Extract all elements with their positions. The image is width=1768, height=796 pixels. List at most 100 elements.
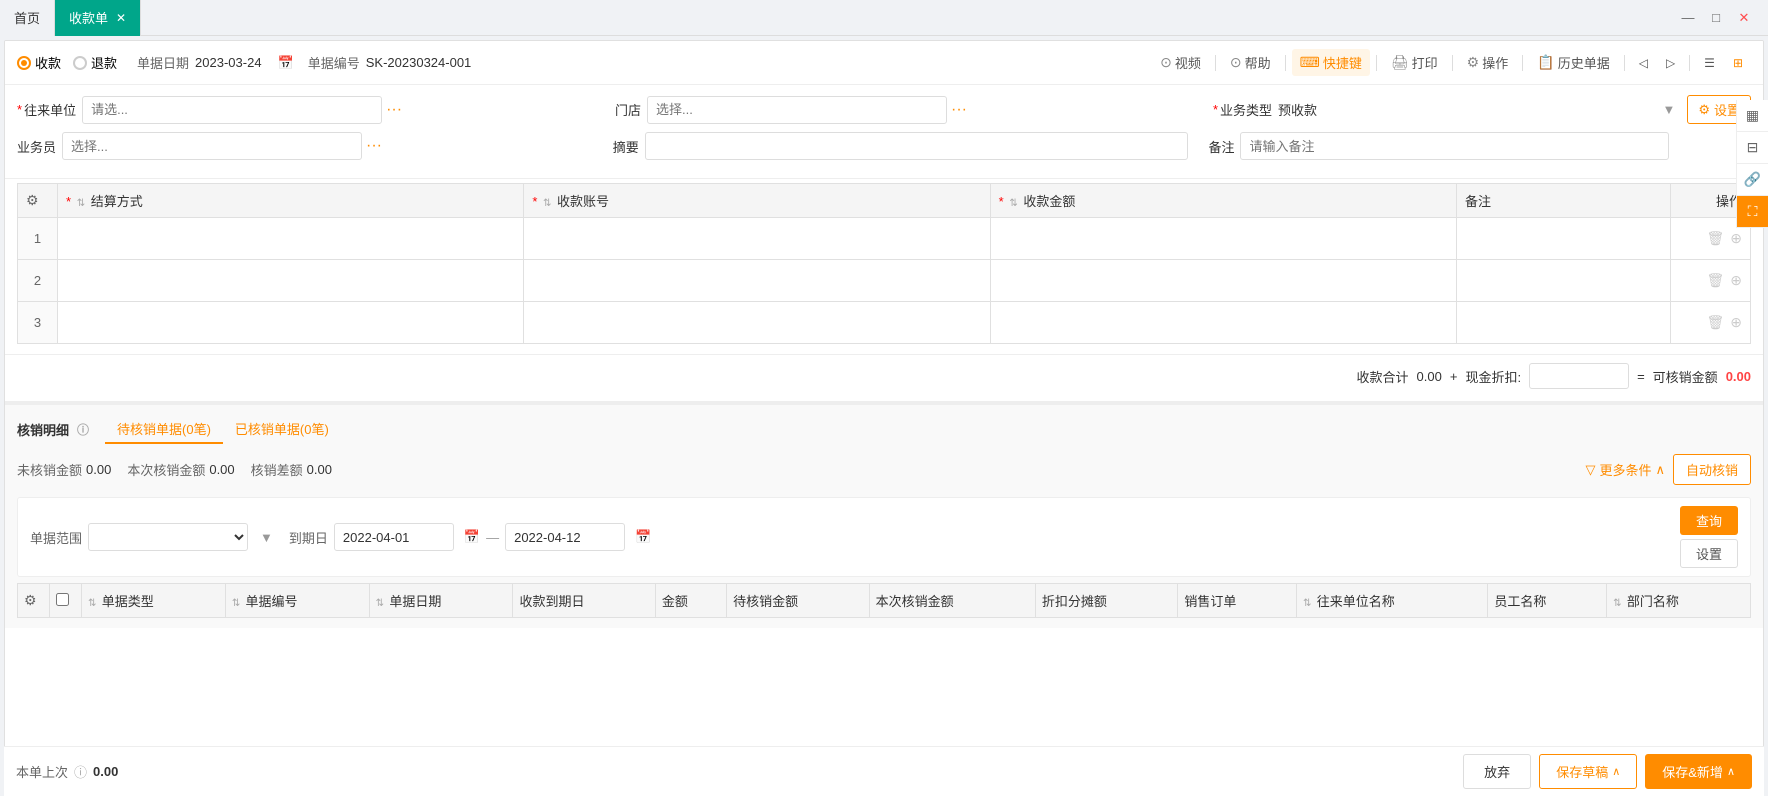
abandon-button[interactable]: 放弃 — [1463, 754, 1531, 789]
row3-account[interactable] — [524, 302, 990, 344]
btcol-current-amount: 本次核销金额 — [869, 584, 1035, 618]
row1-account[interactable] — [524, 218, 990, 260]
tab-receipt[interactable]: 收款单 ✕ — [55, 0, 141, 36]
help-label: 帮助 — [1245, 53, 1271, 72]
sum-row: 收款合计 0.00 + 现金折扣: = 可核销金额 0.00 — [5, 354, 1763, 397]
tab-close-icon[interactable]: ✕ — [116, 11, 126, 25]
row2-settlement[interactable] — [58, 260, 524, 302]
row3-copy-icon[interactable]: ⊕ — [1730, 314, 1742, 331]
counterparty-group: * 往来单位 ··· — [17, 96, 595, 124]
btcol-bill-no: ⇅ 单据编号 — [225, 584, 369, 618]
filter-date-end[interactable] — [505, 523, 625, 551]
row1-settlement[interactable] — [58, 218, 524, 260]
verification-info-icon[interactable]: ⓘ — [77, 421, 89, 438]
save-new-button[interactable]: 保存&新增 ∧ — [1645, 754, 1752, 789]
table-gear-icon[interactable]: ⚙ — [26, 192, 39, 208]
row1-delete-icon[interactable]: 🗑 — [1706, 230, 1724, 247]
row1-copy-icon[interactable]: ⊕ — [1730, 230, 1742, 247]
print-button[interactable]: 🖨 打印 — [1383, 49, 1446, 76]
counterparty-more-icon[interactable]: ··· — [386, 101, 402, 119]
query-button[interactable]: 查询 — [1680, 506, 1738, 535]
layout-grid[interactable]: ⊞ — [1725, 52, 1751, 74]
business-type-dropdown[interactable]: ▼ — [1662, 102, 1675, 117]
operations-button[interactable]: ⚙ 操作 — [1459, 49, 1517, 76]
tab-done[interactable]: 已核销单据(0笔) — [223, 415, 341, 444]
store-input[interactable] — [647, 96, 947, 124]
radio-refund[interactable]: 退款 — [73, 53, 117, 72]
filter-date-end-calendar[interactable]: 📅 — [635, 529, 651, 545]
btcol-checkbox — [50, 584, 82, 618]
row2-remark[interactable] — [1456, 260, 1670, 302]
row3-delete-icon[interactable]: 🗑 — [1706, 314, 1724, 331]
save-draft-button[interactable]: 保存草稿 ∧ — [1539, 754, 1637, 789]
tab-receipt-label: 收款单 — [69, 8, 108, 27]
btcol-dept: ⇅ 部门名称 — [1607, 584, 1751, 618]
nav-next[interactable]: ▷ — [1658, 52, 1683, 74]
row3-remark[interactable] — [1456, 302, 1670, 344]
sep5 — [1522, 55, 1523, 71]
btcol-bill-type: ⇅ 单据类型 — [82, 584, 226, 618]
form-row-1: * 往来单位 ··· 门店 ··· * 业务类型 预收款 ▼ ⚙ 设置 — [17, 95, 1751, 124]
store-more-icon[interactable]: ··· — [951, 101, 967, 119]
row2-delete-icon[interactable]: 🗑 — [1706, 272, 1724, 289]
sep2 — [1285, 55, 1286, 71]
sum-label2: 现金折扣: — [1465, 367, 1521, 386]
more-conditions-btn[interactable]: ▽ 更多条件 ∧ — [1585, 460, 1665, 479]
help-button[interactable]: ⊙ 帮助 — [1222, 49, 1279, 76]
staff-input[interactable] — [62, 132, 362, 160]
staff-more-icon[interactable]: ··· — [366, 137, 382, 155]
right-table-icon[interactable]: ▦ — [1737, 100, 1768, 132]
bottom-gear-icon[interactable]: ⚙ — [24, 592, 37, 608]
layout-list[interactable]: ☰ — [1696, 52, 1723, 74]
form-toolbar: 收款 退款 单据日期 2023-03-24 📅 单据编号 SK-20230324… — [5, 41, 1763, 85]
remark-input[interactable] — [1240, 132, 1669, 160]
radio-refund-label: 退款 — [91, 53, 117, 72]
history-button[interactable]: 📋 历史单据 — [1529, 49, 1617, 76]
summary-input[interactable] — [645, 132, 1189, 160]
number-value: SK-20230324-001 — [366, 55, 472, 70]
tab-home[interactable]: 首页 — [0, 0, 55, 36]
sum-label3: 可核销金额 — [1653, 367, 1718, 386]
shortcut-button[interactable]: ⌨ 快捷键 — [1292, 49, 1370, 76]
row2-copy-icon[interactable]: ⊕ — [1730, 272, 1742, 289]
filter-due-field: 到期日 📅 — 📅 — [289, 523, 651, 551]
maximize-button[interactable]: □ — [1702, 4, 1730, 32]
auto-verification-button[interactable]: 自动核销 — [1673, 454, 1751, 485]
toolbar-right: ⊙ 视频 ⊙ 帮助 ⌨ 快捷键 🖨 打印 ⚙ 操作 — [1152, 49, 1751, 76]
row3-settlement[interactable] — [58, 302, 524, 344]
shortcut-icon: ⌨ — [1300, 54, 1320, 71]
filter-range-dropdown[interactable]: ▼ — [260, 530, 273, 545]
minimize-button[interactable]: — — [1674, 4, 1702, 32]
right-link-icon[interactable]: 🔗 — [1737, 164, 1768, 196]
footer-info-icon[interactable]: ⓘ — [74, 762, 87, 781]
filter-date-start[interactable] — [334, 523, 454, 551]
btcol-amount: 金额 — [655, 584, 726, 618]
tab-pending[interactable]: 待核销单据(0笔) — [105, 415, 223, 444]
nav-prev[interactable]: ◁ — [1631, 52, 1656, 74]
filter-setting-button[interactable]: 设置 — [1680, 539, 1738, 568]
right-expand-icon[interactable]: ⛶ — [1737, 196, 1768, 228]
select-all-checkbox[interactable] — [56, 593, 69, 606]
filter-range-select[interactable] — [88, 523, 248, 551]
right-toolbar: ▦ ⊟ 🔗 ⛶ — [1736, 100, 1768, 228]
sep3 — [1376, 55, 1377, 71]
filter-range-field: 单据范围 ▼ — [30, 523, 273, 551]
row3-amount[interactable] — [990, 302, 1456, 344]
counterparty-input[interactable] — [82, 96, 382, 124]
filter-date-start-calendar[interactable]: 📅 — [464, 529, 480, 545]
row2-amount[interactable] — [990, 260, 1456, 302]
date-calendar-icon[interactable]: 📅 — [278, 55, 294, 71]
remark-label: 备注 — [1208, 137, 1234, 156]
window-close-button[interactable]: ✕ — [1730, 4, 1758, 32]
footer-val: 0.00 — [93, 764, 118, 779]
verification-sub: 未核销金额 0.00 本次核销金额 0.00 核销差额 0.00 — [17, 460, 332, 479]
row1-remark[interactable] — [1456, 218, 1670, 260]
row2-account[interactable] — [524, 260, 990, 302]
right-print-icon[interactable]: ⊟ — [1737, 132, 1768, 164]
cash-discount-input[interactable] — [1529, 363, 1629, 389]
table-row: 2 🗑 ⊕ — [18, 260, 1751, 302]
row1-amount[interactable] — [990, 218, 1456, 260]
print-label: 打印 — [1412, 53, 1438, 72]
video-button[interactable]: ⊙ 视频 — [1152, 49, 1209, 76]
radio-receipt[interactable]: 收款 — [17, 53, 61, 72]
